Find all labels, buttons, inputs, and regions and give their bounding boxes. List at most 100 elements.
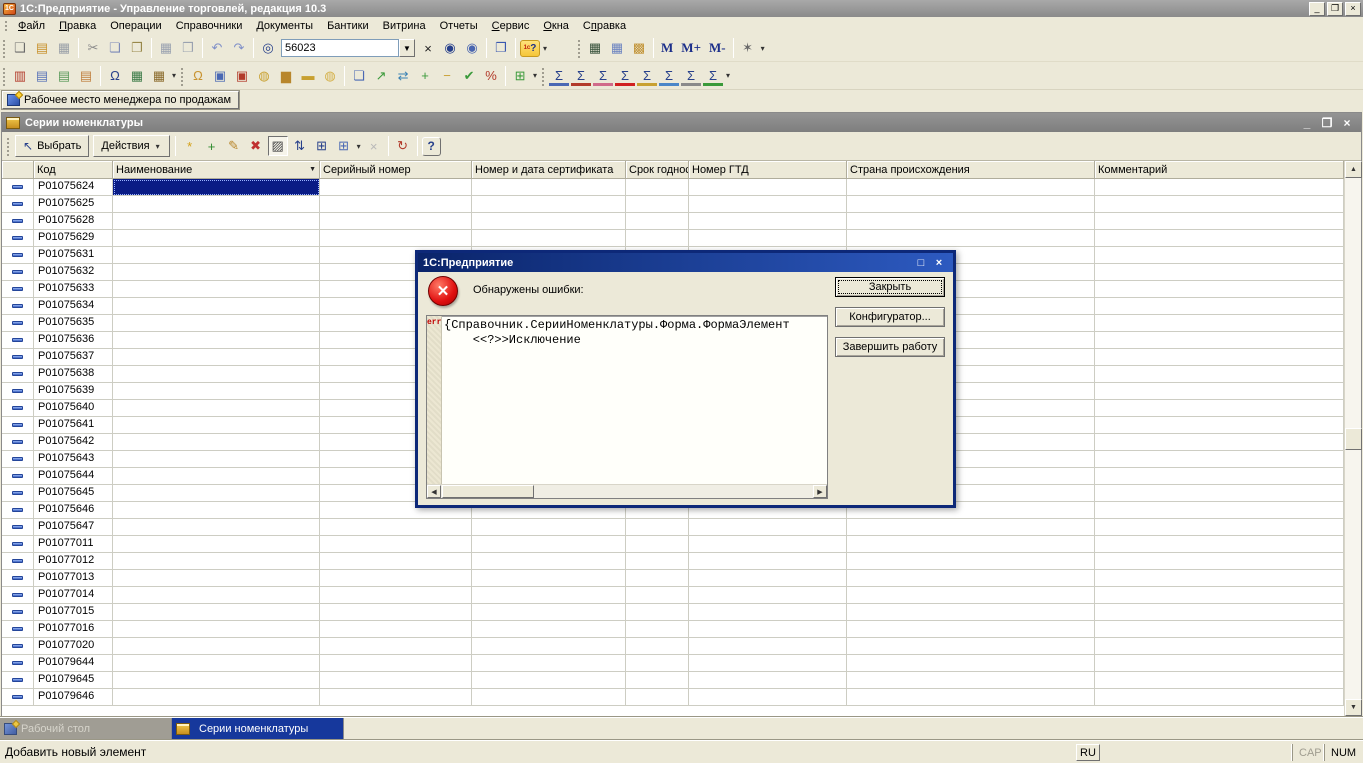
paste-icon[interactable]: ❐ bbox=[127, 38, 147, 58]
cell-код[interactable]: P01075643 bbox=[34, 451, 113, 468]
document-exchange-icon[interactable]: ⇄ bbox=[393, 66, 413, 86]
child-restore-button[interactable]: ❐ bbox=[1317, 116, 1337, 130]
exchange-money-icon[interactable]: ▦ bbox=[127, 66, 147, 86]
cell-комментарий[interactable] bbox=[1095, 570, 1344, 587]
cell-комментарий[interactable] bbox=[1095, 179, 1344, 196]
cell-комментарий[interactable] bbox=[1095, 621, 1344, 638]
cell-наименование[interactable] bbox=[113, 604, 320, 621]
cell-комментарий[interactable] bbox=[1095, 417, 1344, 434]
cell-код[interactable]: P01077014 bbox=[34, 587, 113, 604]
restore-button[interactable]: ❐ bbox=[1327, 1, 1343, 16]
column-header-8[interactable]: Комментарий bbox=[1095, 161, 1344, 179]
cell-код[interactable]: P01075637 bbox=[34, 349, 113, 366]
cell-наименование[interactable] bbox=[113, 519, 320, 536]
scroll-thumb[interactable] bbox=[1345, 428, 1362, 450]
close-button[interactable]: × bbox=[1345, 1, 1361, 16]
cell-срок-годнос-[interactable] bbox=[626, 519, 689, 536]
workspace-tab[interactable]: Рабочее место менеджера по продажам bbox=[0, 90, 241, 110]
lock-user-icon[interactable]: ▩ bbox=[629, 38, 649, 58]
cell-страна-происхождения[interactable] bbox=[847, 604, 1095, 621]
cut-icon[interactable]: ✂ bbox=[83, 38, 103, 58]
search-input[interactable] bbox=[281, 39, 399, 57]
document-percent-icon[interactable]: % bbox=[481, 66, 501, 86]
cell-страна-происхождения[interactable] bbox=[847, 213, 1095, 230]
cell-наименование[interactable] bbox=[113, 179, 320, 196]
cell-серийный-номер[interactable] bbox=[320, 536, 472, 553]
cell-номер-гтд[interactable] bbox=[689, 536, 847, 553]
customer-coins-icon[interactable]: ◍ bbox=[254, 66, 274, 86]
cell-комментарий[interactable] bbox=[1095, 230, 1344, 247]
cell-номер-гтд[interactable] bbox=[689, 689, 847, 706]
memory-minus-button[interactable]: M- bbox=[709, 40, 726, 56]
cell-номер-гтд[interactable] bbox=[689, 604, 847, 621]
report-sigma-person-pink-icon[interactable]: Σ bbox=[593, 66, 613, 86]
help-caret-icon[interactable]: ▾ bbox=[543, 44, 547, 53]
tools-icon[interactable]: ✶ bbox=[738, 38, 758, 58]
cell-номер-и-дата-сертификата[interactable] bbox=[472, 672, 626, 689]
cell-комментарий[interactable] bbox=[1095, 281, 1344, 298]
cell-срок-годнос-[interactable] bbox=[626, 536, 689, 553]
child-toolbar-grip[interactable] bbox=[5, 136, 10, 156]
cell-наименование[interactable] bbox=[113, 230, 320, 247]
toolbar-grip[interactable] bbox=[540, 65, 546, 86]
cell-страна-происхождения[interactable] bbox=[847, 621, 1095, 638]
cell-код[interactable]: P01075644 bbox=[34, 468, 113, 485]
clear-filter-icon[interactable]: × bbox=[364, 136, 384, 156]
toolbar-grip[interactable] bbox=[1, 65, 6, 86]
document-income-icon[interactable]: + bbox=[415, 66, 435, 86]
reports-caret-icon[interactable]: ▾ bbox=[726, 71, 730, 80]
cell-номер-гтд[interactable] bbox=[689, 570, 847, 587]
cell-номер-гтд[interactable] bbox=[689, 621, 847, 638]
delete-mark-icon[interactable]: ✖ bbox=[246, 136, 266, 156]
cell-страна-происхождения[interactable] bbox=[847, 179, 1095, 196]
structure-tree-icon[interactable]: ⊞ bbox=[510, 66, 530, 86]
open-folder-icon[interactable]: ▤ bbox=[32, 38, 52, 58]
scroll-right-icon[interactable]: ▶ bbox=[813, 485, 827, 498]
cell-код[interactable]: P01075645 bbox=[34, 485, 113, 502]
minimize-button[interactable]: _ bbox=[1309, 1, 1325, 16]
cell-срок-годнос-[interactable] bbox=[626, 689, 689, 706]
table-row[interactable]: P01079644 bbox=[2, 655, 1344, 672]
cell-срок-годнос-[interactable] bbox=[626, 604, 689, 621]
cell-серийный-номер[interactable] bbox=[320, 587, 472, 604]
toolbar-grip[interactable] bbox=[179, 65, 185, 86]
report-sigma-check-icon[interactable]: Σ bbox=[703, 66, 723, 86]
cell-код[interactable]: P01075624 bbox=[34, 179, 113, 196]
menu-item-окна[interactable]: Окна bbox=[536, 18, 576, 34]
report-sigma-person-blue-icon[interactable]: Σ bbox=[549, 66, 569, 86]
cell-серийный-номер[interactable] bbox=[320, 570, 472, 587]
cell-комментарий[interactable] bbox=[1095, 502, 1344, 519]
cell-срок-годнос-[interactable] bbox=[626, 587, 689, 604]
hierarchy-view-icon[interactable]: ⊞ bbox=[312, 136, 332, 156]
cell-наименование[interactable] bbox=[113, 400, 320, 417]
table-row[interactable]: P01077016 bbox=[2, 621, 1344, 638]
cell-наименование[interactable] bbox=[113, 502, 320, 519]
actions-button[interactable]: Действия ▾ bbox=[93, 135, 170, 157]
column-header-1[interactable]: Код bbox=[34, 161, 113, 179]
cell-номер-и-дата-сертификата[interactable] bbox=[472, 604, 626, 621]
cell-срок-годнос-[interactable] bbox=[626, 672, 689, 689]
cell-комментарий[interactable] bbox=[1095, 332, 1344, 349]
cash-register-caret-icon[interactable]: ▾ bbox=[172, 71, 176, 80]
dialog-button-закрыть[interactable]: Закрыть bbox=[835, 277, 945, 297]
toolbar-grip[interactable] bbox=[1, 38, 6, 58]
counterparties-icon[interactable]: Ω bbox=[105, 66, 125, 86]
print-preview-icon[interactable]: ❒ bbox=[178, 38, 198, 58]
menu-item-правка[interactable]: Правка bbox=[52, 18, 103, 34]
find-binoculars-icon[interactable]: ◎ bbox=[258, 38, 278, 58]
cell-наименование[interactable] bbox=[113, 638, 320, 655]
cell-наименование[interactable] bbox=[113, 689, 320, 706]
cell-комментарий[interactable] bbox=[1095, 383, 1344, 400]
cell-код[interactable]: P01075632 bbox=[34, 264, 113, 281]
cell-срок-годнос-[interactable] bbox=[626, 230, 689, 247]
cell-комментарий[interactable] bbox=[1095, 400, 1344, 417]
cell-серийный-номер[interactable] bbox=[320, 519, 472, 536]
cell-наименование[interactable] bbox=[113, 536, 320, 553]
cell-код[interactable]: P01077012 bbox=[34, 553, 113, 570]
memory-plus-button[interactable]: M+ bbox=[681, 40, 701, 56]
cell-код[interactable]: P01075647 bbox=[34, 519, 113, 536]
cell-комментарий[interactable] bbox=[1095, 519, 1344, 536]
cell-наименование[interactable] bbox=[113, 570, 320, 587]
cell-наименование[interactable] bbox=[113, 196, 320, 213]
cell-наименование[interactable] bbox=[113, 655, 320, 672]
